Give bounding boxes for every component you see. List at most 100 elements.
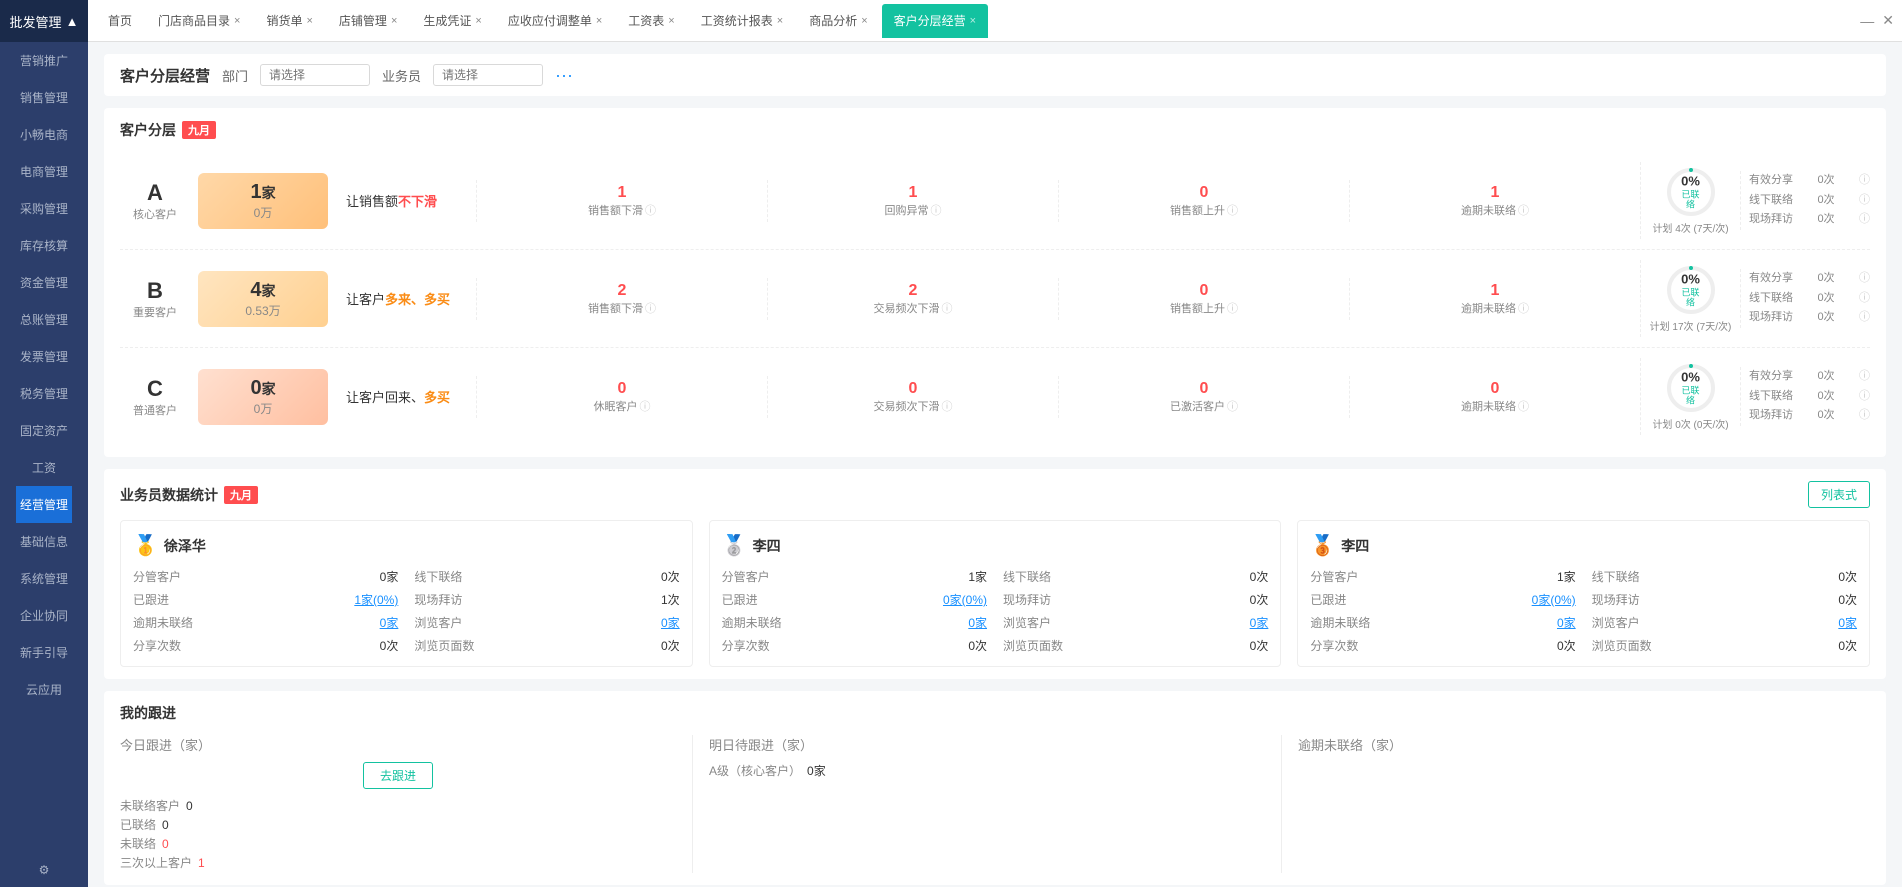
biz-link[interactable]: 0家 (380, 616, 399, 630)
tab-close-btn[interactable]: × (777, 15, 783, 27)
list-view-btn[interactable]: 列表式 (1808, 481, 1870, 508)
tab-close-btn[interactable]: × (306, 15, 312, 27)
biz-select[interactable] (433, 64, 543, 86)
tab-close-btn[interactable]: × (668, 15, 674, 27)
tab-label: 首页 (108, 12, 132, 29)
sidebar-settings[interactable]: ⚙ (0, 853, 88, 887)
more-filters-btn[interactable]: ··· (555, 65, 573, 86)
goto-follow-btn[interactable]: 去跟进 (363, 762, 433, 789)
info-icon: ⓘ (1859, 367, 1870, 387)
sidebar: 批发管理 ▲ 营销推广销售管理小畅电商电商管理采购管理库存核算资金管理总账管理发… (0, 0, 88, 887)
stat-label: 交易频次下滑 ⓘ (776, 398, 1050, 414)
tab-应收应付调整单[interactable]: 应收应付调整单× (496, 4, 614, 38)
biz-card-李四: 🥈 李四 分管客户1家线下联络0次已跟进0家(0%)现场拜访0次逾期未联络0家浏… (709, 520, 1282, 667)
biz-row: 逾期未联络0家 (133, 614, 398, 631)
stat-num: 0 (1067, 380, 1341, 398)
stat-item[interactable]: 0逾期未联络 ⓘ (1349, 376, 1640, 418)
biz-link[interactable]: 0家 (1557, 616, 1576, 630)
biz-val: 0家 (1557, 614, 1576, 631)
stat-item[interactable]: 2销售额下滑 ⓘ (476, 278, 767, 320)
tab-客户分层经营[interactable]: 客户分层经营× (882, 4, 988, 38)
sidebar-header[interactable]: 批发管理 ▲ (0, 0, 88, 42)
tab-首页[interactable]: 首页 (96, 4, 144, 38)
stat-item[interactable]: 1销售额下滑 ⓘ (476, 180, 767, 222)
tab-店铺管理[interactable]: 店铺管理× (327, 4, 409, 38)
sidebar-item-基础信息[interactable]: 基础信息 (16, 523, 72, 560)
stat-num: 0 (1358, 380, 1632, 398)
window-minimize-icon[interactable]: — (1860, 13, 1874, 29)
sidebar-item-税务管理[interactable]: 税务管理 (16, 375, 72, 412)
biz-link[interactable]: 0家 (661, 616, 680, 630)
tab-生成凭证[interactable]: 生成凭证× (411, 4, 493, 38)
window-close-icon[interactable]: ✕ (1882, 12, 1894, 29)
side-stat-row: 现场拜访0次ⓘ (1749, 406, 1870, 426)
biz-val: 0次 (1250, 637, 1269, 654)
biz-val: 0家 (380, 614, 399, 631)
sidebar-item-新手引导[interactable]: 新手引导 (16, 634, 72, 671)
stat-num: 0 (1067, 184, 1341, 202)
sidebar-item-总账管理[interactable]: 总账管理 (16, 301, 72, 338)
sidebar-item-云应用[interactable]: 云应用 (16, 671, 72, 708)
tier-name: 核心客户 (120, 206, 190, 222)
biz-key: 逾期未联络 (722, 614, 782, 631)
biz-link[interactable]: 0家(0%) (943, 593, 987, 607)
biz-key: 浏览页面数 (1003, 637, 1063, 654)
tab-close-btn[interactable]: × (475, 15, 481, 27)
stat-item[interactable]: 0销售额上升 ⓘ (1058, 180, 1349, 222)
side-stat-key: 有效分享 (1749, 367, 1793, 387)
tab-close-btn[interactable]: × (970, 15, 976, 27)
tab-close-btn[interactable]: × (391, 15, 397, 27)
sidebar-item-发票管理[interactable]: 发票管理 (16, 338, 72, 375)
stat-item[interactable]: 0交易频次下滑 ⓘ (767, 376, 1058, 418)
sidebar-chevron-icon: ▲ (66, 14, 79, 29)
tab-close-btn[interactable]: × (596, 15, 602, 27)
stat-item[interactable]: 1逾期未联络 ⓘ (1349, 180, 1640, 222)
dept-select[interactable] (260, 64, 370, 86)
stat-item[interactable]: 0销售额上升 ⓘ (1058, 278, 1349, 320)
sidebar-item-企业协同[interactable]: 企业协同 (16, 597, 72, 634)
biz-label: 业务员 (382, 66, 421, 85)
tab-close-btn[interactable]: × (234, 15, 240, 27)
biz-card-header: 🥉 李四 (1310, 533, 1857, 558)
tab-工资表[interactable]: 工资表× (616, 4, 686, 38)
tab-工资统计报表[interactable]: 工资统计报表× (689, 4, 795, 38)
stat-label: 交易频次下滑 ⓘ (776, 300, 1050, 316)
tier-stats-A: 1销售额下滑 ⓘ1回购异常 ⓘ0销售额上升 ⓘ1逾期未联络 ⓘ (476, 180, 1640, 222)
tier-row-B: B重要客户4家0.53万让客户多来、多买2销售额下滑 ⓘ2交易频次下滑 ⓘ0销售… (120, 250, 1870, 348)
biz-link[interactable]: 0家 (1250, 616, 1269, 630)
sidebar-item-固定资产[interactable]: 固定资产 (16, 412, 72, 449)
side-stat-row: 线下联络0次ⓘ (1749, 387, 1870, 407)
stat-item[interactable]: 2交易频次下滑 ⓘ (767, 278, 1058, 320)
info-icon: ⓘ (942, 300, 953, 316)
follow-row-val: 0 (162, 837, 169, 851)
sidebar-item-采购管理[interactable]: 采购管理 (16, 190, 72, 227)
sidebar-item-系统管理[interactable]: 系统管理 (16, 560, 72, 597)
circle-container: 0% 已联络 (1665, 362, 1717, 414)
stat-item[interactable]: 0休眠客户 ⓘ (476, 376, 767, 418)
tab-门店商品目录[interactable]: 门店商品目录× (146, 4, 252, 38)
customer-tier-section: 客户分层 九月 A核心客户1家0万让销售额不下滑1销售额下滑 ⓘ1回购异常 ⓘ0… (104, 108, 1886, 457)
tab-商品分析[interactable]: 商品分析× (797, 4, 879, 38)
stat-item[interactable]: 0已激活客户 ⓘ (1058, 376, 1349, 418)
follow-row-val: 0 (162, 818, 169, 832)
sidebar-item-资金管理[interactable]: 资金管理 (16, 264, 72, 301)
biz-link[interactable]: 0家 (1838, 616, 1857, 630)
tab-销货单[interactable]: 销货单× (254, 4, 324, 38)
tab-close-btn[interactable]: × (861, 15, 867, 27)
sidebar-item-营销推广[interactable]: 营销推广 (16, 42, 72, 79)
tomorrow-label: 明日待跟进（家） (709, 735, 1265, 754)
biz-key: 分管客户 (1310, 568, 1358, 585)
stat-item[interactable]: 1回购异常 ⓘ (767, 180, 1058, 222)
info-icon: ⓘ (942, 398, 953, 414)
sidebar-item-销售管理[interactable]: 销售管理 (16, 79, 72, 116)
biz-link[interactable]: 1家(0%) (354, 593, 398, 607)
sidebar-item-库存核算[interactable]: 库存核算 (16, 227, 72, 264)
stat-item[interactable]: 1逾期未联络 ⓘ (1349, 278, 1640, 320)
biz-link[interactable]: 0家(0%) (1532, 593, 1576, 607)
sidebar-item-电商管理[interactable]: 电商管理 (16, 153, 72, 190)
side-stat-val: 0次 (1817, 289, 1834, 309)
sidebar-item-经营管理[interactable]: 经营管理 (16, 486, 72, 523)
sidebar-item-工资[interactable]: 工资 (16, 449, 72, 486)
biz-link[interactable]: 0家 (968, 616, 987, 630)
sidebar-item-小畅电商[interactable]: 小畅电商 (16, 116, 72, 153)
